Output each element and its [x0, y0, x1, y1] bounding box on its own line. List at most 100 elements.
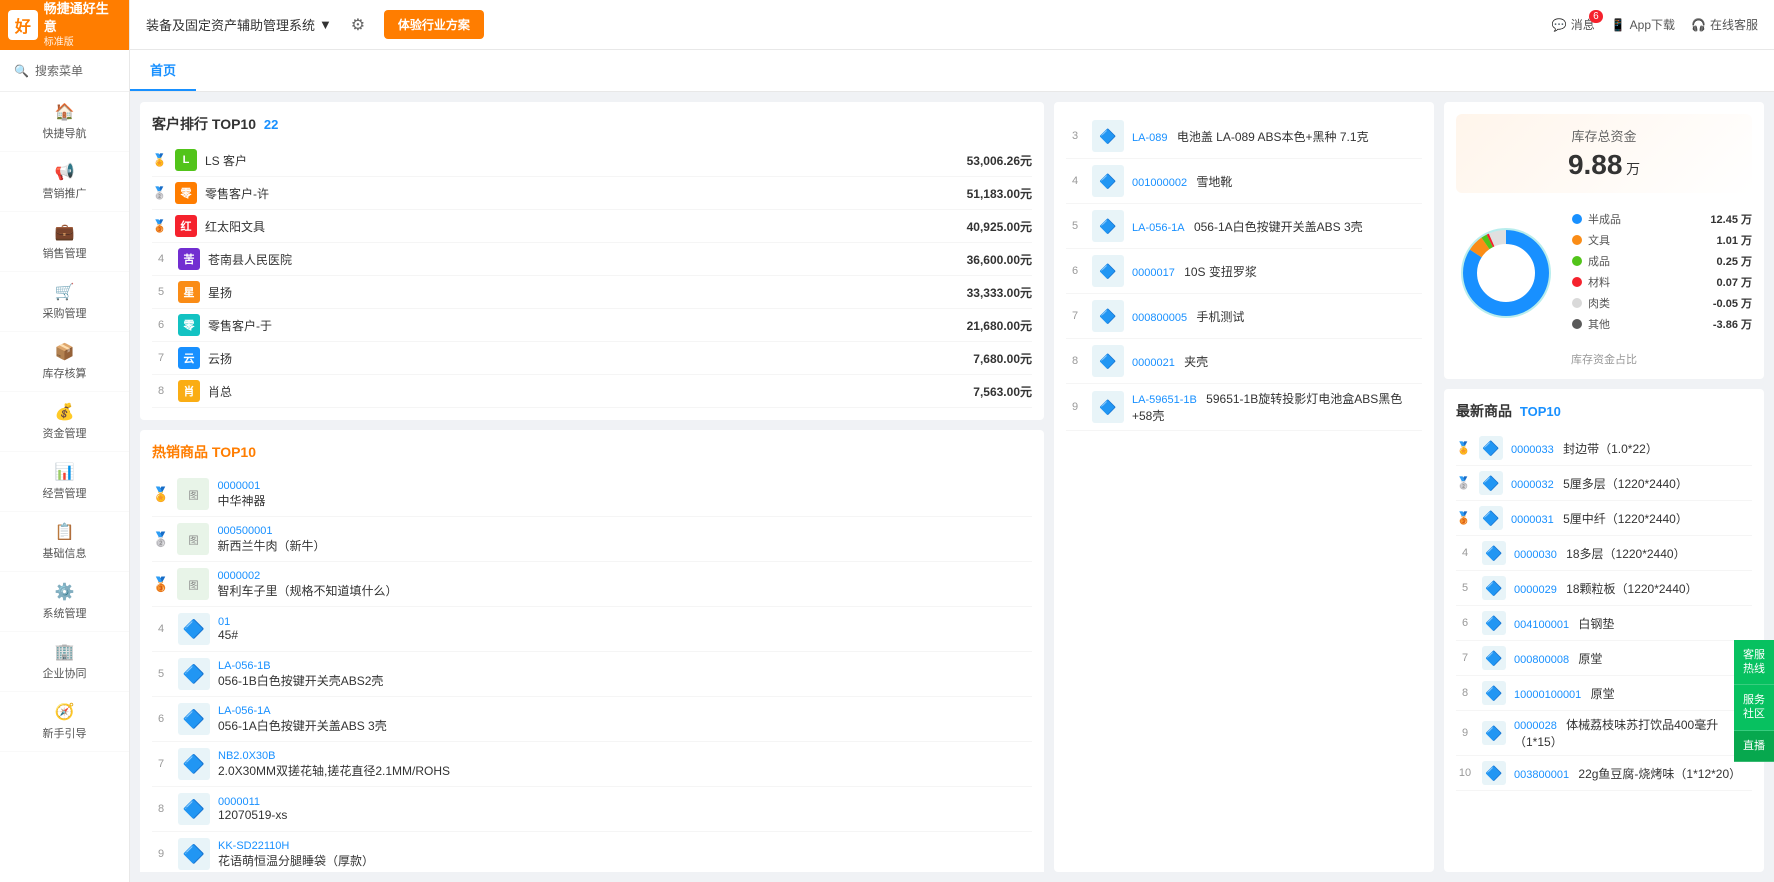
product-image-placeholder: 🔷 [178, 703, 210, 735]
search-menu-button[interactable]: 🔍 搜索菜单 [8, 58, 121, 83]
system-title-dropdown[interactable]: 装备及固定资产辅助管理系统 ▼ [146, 15, 332, 34]
new-product-info: 0000033 封边带（1.0*22） [1511, 440, 1752, 457]
mid-product-row: 3 🔷 LA-089 电池盖 LA-089 ABS本色+黑种 7.1克 [1066, 114, 1422, 159]
sidebar-item-guide[interactable]: 🧭 新手引导 [0, 692, 129, 752]
legend-color-dot [1572, 319, 1582, 329]
product-code: LA-056-1A [1132, 222, 1185, 234]
purchase-icon: 🛒 [55, 282, 75, 302]
product-image: 图 [177, 523, 209, 555]
new-product-image: 🔷 [1479, 471, 1503, 495]
rank-number: 4 [152, 623, 170, 635]
system-title-text: 装备及固定资产辅助管理系统 [146, 15, 315, 34]
messages-badge: 6 [1589, 10, 1603, 23]
rank-number: 10 [1456, 767, 1474, 779]
sidebar-item-finance[interactable]: 💰 资金管理 [0, 392, 129, 452]
mid-product-row: 7 🔷 000800005 手机测试 [1066, 294, 1422, 339]
settings-button[interactable]: ⚙ [344, 11, 372, 39]
inventory-card: 库存总资金 9.88 万 [1444, 102, 1764, 379]
hot-product-row: 9 🔷 KK-SD22110H 花语萌恒温分腿睡袋（厚款） [152, 832, 1032, 872]
product-image-placeholder: 🔷 [1092, 255, 1124, 287]
rank-number: 7 [1066, 310, 1084, 322]
new-product-info: 003800001 22g鱼豆腐-烧烤味（1*12*20） [1514, 765, 1752, 782]
new-product-row: 4 🔷 0000030 18多层（1220*2440） [1456, 536, 1752, 571]
new-product-name: 18颗粒板（1220*2440） [1566, 582, 1697, 596]
sidebar-item-sales[interactable]: 💼 销售管理 [0, 212, 129, 272]
new-product-code: 0000031 [1511, 514, 1554, 526]
legend-color-dot [1572, 214, 1582, 224]
page-tabs: 首页 [130, 50, 1774, 92]
product-name: 电池盖 LA-089 ABS本色+黑种 7.1克 [1177, 130, 1369, 144]
sidebar-item-inventory[interactable]: 📦 库存核算 [0, 332, 129, 392]
legend-color-dot [1572, 256, 1582, 266]
phone-icon: 📱 [1611, 18, 1626, 32]
sidebar-item-purchase[interactable]: 🛒 采购管理 [0, 272, 129, 332]
headset-icon: 🎧 [1691, 18, 1706, 32]
live-button[interactable]: 直播 [1734, 731, 1774, 762]
customer-service-button[interactable]: 客服热线 [1734, 640, 1774, 686]
sidebar-item-operations[interactable]: 📊 经营管理 [0, 452, 129, 512]
product-code: 0000001 [217, 480, 1032, 492]
product-image-placeholder: 🔷 [178, 658, 210, 690]
product-image-placeholder: 🔷 [1092, 210, 1124, 242]
customer-ranking-table: 🏅 L LS 客户 53,006.26元 🥈 零 零售客户-许 51,183.0… [152, 144, 1032, 408]
sidebar-item-home[interactable]: 🏠 快捷导航 [0, 92, 129, 152]
product-code: NB2.0X30B [218, 750, 1032, 762]
rank-number: 5 [152, 286, 170, 298]
service-community-button[interactable]: 服务社区 [1734, 685, 1774, 731]
guide-icon: 🧭 [55, 702, 75, 722]
new-product-name: 5厘多层（1220*2440） [1563, 477, 1688, 491]
new-product-image: 🔷 [1482, 721, 1506, 745]
sidebar-item-enterprise[interactable]: 🏢 企业协同 [0, 632, 129, 692]
new-product-name: 5厘中纤（1220*2440） [1563, 512, 1688, 526]
product-image-placeholder: 🔷 [1092, 391, 1124, 423]
product-code: 000500001 [217, 525, 1032, 537]
customer-amount: 7,563.00元 [973, 383, 1032, 400]
rank-number: 8 [152, 803, 170, 815]
product-name: 雪地靴 [1196, 175, 1232, 189]
tab-home[interactable]: 首页 [130, 50, 196, 91]
cta-button[interactable]: 体验行业方案 [384, 10, 484, 39]
mid-column: 3 🔷 LA-089 电池盖 LA-089 ABS本色+黑种 7.1克 4 🔷 … [1054, 102, 1434, 872]
silver-medal-icon: 🥈 [1456, 476, 1471, 490]
product-code: 0000002 [217, 570, 1032, 582]
legend-value: 12.45 万 [1710, 211, 1752, 227]
legend-value: 0.07 万 [1717, 274, 1752, 290]
bronze-medal-icon: 🥉 [152, 576, 169, 593]
product-name: 智利车子里（规格不知道填什么） [217, 582, 1032, 599]
inventory-icon: 📦 [55, 342, 75, 362]
customer-name: 零售客户-许 [205, 185, 959, 202]
legend-item: 材料 0.07 万 [1572, 274, 1752, 290]
customer-rank-row: 🏅 L LS 客户 53,006.26元 [152, 144, 1032, 177]
inventory-total-section: 库存总资金 9.88 万 [1456, 114, 1752, 193]
hot-product-row: 8 🔷 0000011 12070519-xs [152, 787, 1032, 832]
dropdown-arrow-icon: ▼ [319, 17, 332, 32]
enterprise-icon: 🏢 [55, 642, 75, 662]
product-info: NB2.0X30B 2.0X30MM双搓花轴,搓花直径2.1MM/ROHS [218, 750, 1032, 779]
new-product-name: 白钢垫 [1578, 617, 1614, 631]
sidebar-item-basic[interactable]: 📋 基础信息 [0, 512, 129, 572]
bronze-medal-icon: 🥉 [152, 219, 167, 233]
silver-medal-icon: 🥈 [152, 531, 169, 548]
legend-label: 其他 [1588, 316, 1707, 332]
product-code: 001000002 [1132, 177, 1187, 189]
bronze-medal-icon: 🥉 [1456, 511, 1471, 525]
finance-icon: 💰 [55, 402, 75, 422]
sidebar-item-marketing[interactable]: 📢 营销推广 [0, 152, 129, 212]
new-products-list: 🏅 🔷 0000033 封边带（1.0*22） 🥈 🔷 0000032 5厘多层… [1456, 431, 1752, 791]
app-download-button[interactable]: 📱 App下载 [1611, 16, 1675, 33]
online-service-button[interactable]: 🎧 在线客服 [1691, 16, 1758, 33]
sidebar-nav: 🏠 快捷导航 📢 营销推广 💼 销售管理 🛒 采购管理 📦 库存核算 💰 资金管… [0, 92, 129, 882]
main-area: 装备及固定资产辅助管理系统 ▼ ⚙ 体验行业方案 💬 消息 6 📱 App下载 … [130, 0, 1774, 882]
new-product-row: 5 🔷 0000029 18颗粒板（1220*2440） [1456, 571, 1752, 606]
messages-button[interactable]: 💬 消息 6 [1552, 16, 1595, 33]
product-code: LA-089 [1132, 132, 1167, 144]
mid-products-card: 3 🔷 LA-089 电池盖 LA-089 ABS本色+黑种 7.1克 4 🔷 … [1054, 102, 1434, 872]
rank-number: 8 [1066, 355, 1084, 367]
sidebar-item-system[interactable]: ⚙️ 系统管理 [0, 572, 129, 632]
marketing-icon: 📢 [55, 162, 75, 182]
product-name: 手机测试 [1196, 310, 1244, 324]
new-product-code: 0000032 [1511, 479, 1554, 491]
product-image-placeholder: 🔷 [178, 748, 210, 780]
product-image-placeholder: 🔷 [178, 793, 210, 825]
new-product-code: 0000028 [1514, 720, 1557, 732]
